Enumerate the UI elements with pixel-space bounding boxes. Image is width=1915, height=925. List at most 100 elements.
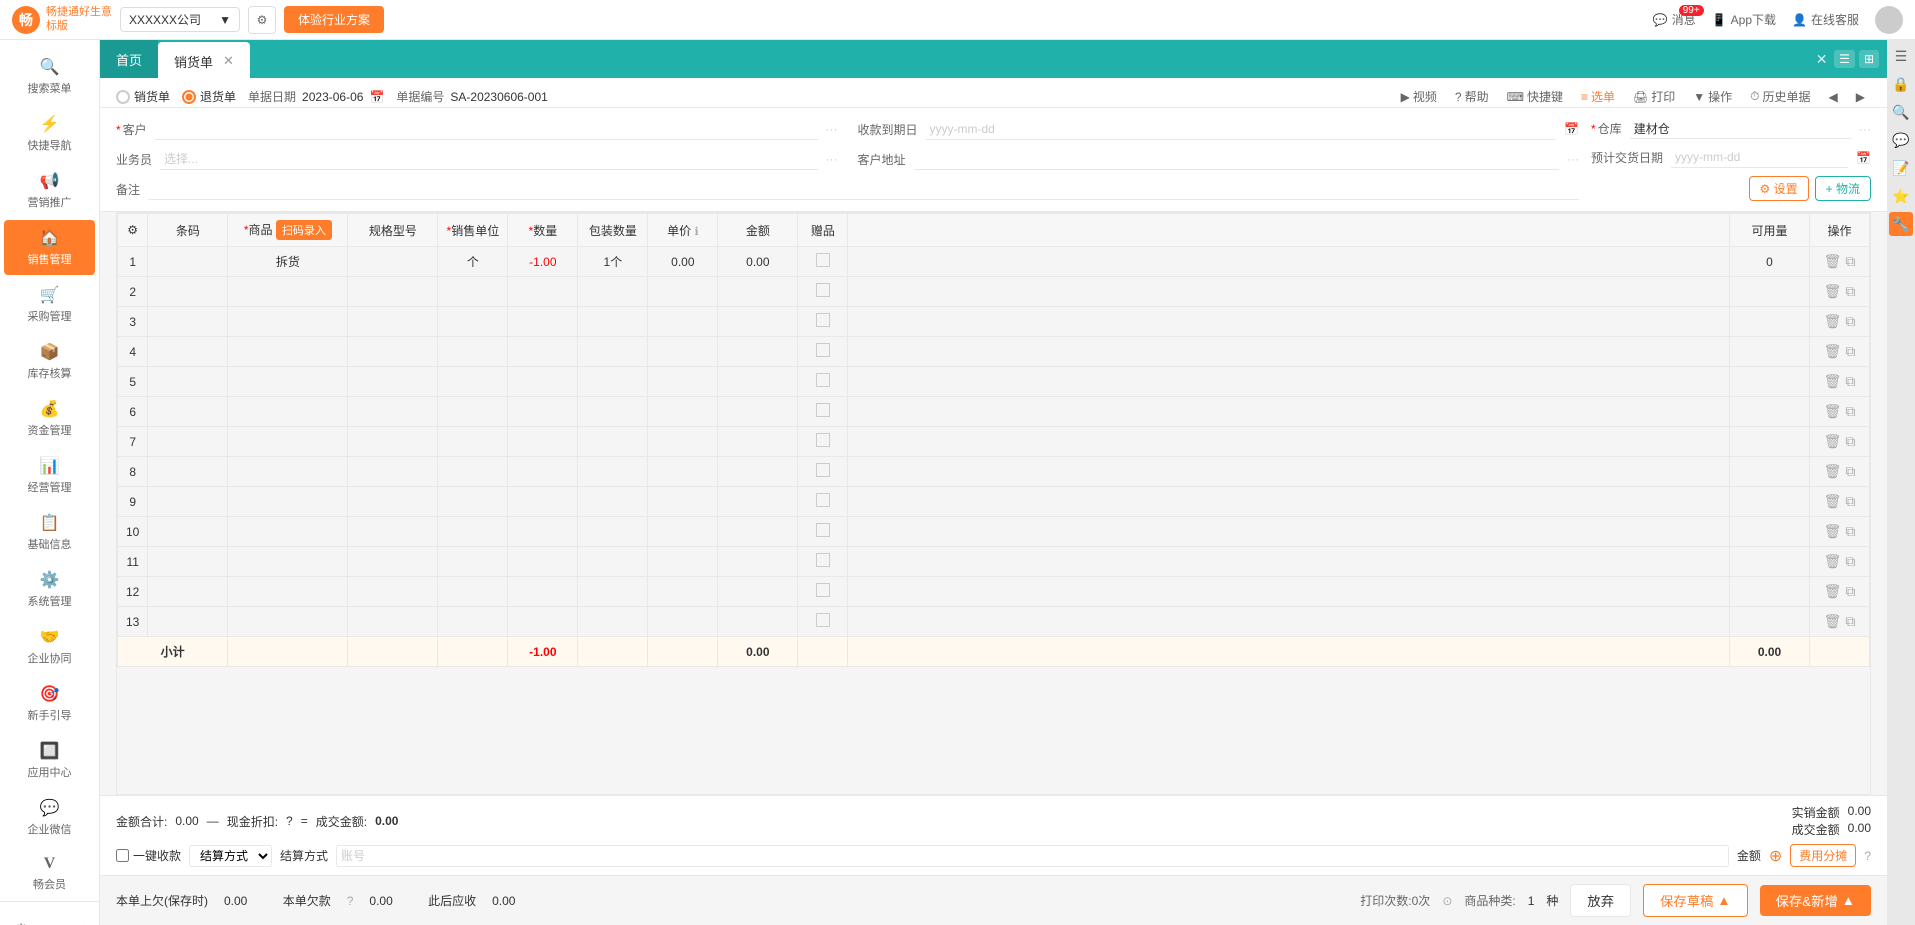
- copy-icon[interactable]: ⧉: [1845, 583, 1855, 600]
- prev-record-btn[interactable]: ◀: [1823, 88, 1844, 106]
- sidebar-collapse-icon[interactable]: ◀: [67, 914, 91, 925]
- copy-icon[interactable]: ⧉: [1845, 373, 1855, 390]
- one-click-pay-checkbox[interactable]: [116, 849, 129, 862]
- cell-gift-1[interactable]: [798, 247, 848, 277]
- avatar[interactable]: [1875, 6, 1903, 34]
- flow-button[interactable]: + 物流: [1815, 176, 1871, 201]
- next-record-btn[interactable]: ▶: [1850, 88, 1871, 106]
- account-input[interactable]: [336, 845, 1729, 867]
- save-new-button[interactable]: 保存&新增 ▲: [1760, 885, 1871, 916]
- copy-icon[interactable]: ⧉: [1845, 553, 1855, 570]
- order-no-value[interactable]: SA-20230606-001: [450, 90, 547, 104]
- copy-icon[interactable]: ⧉: [1845, 343, 1855, 360]
- online-support-button[interactable]: 👤 在线客服: [1792, 11, 1859, 28]
- th-settings[interactable]: ⚙: [118, 214, 148, 247]
- delete-icon[interactable]: 🗑: [1824, 523, 1842, 540]
- settings-button[interactable]: ⚙ 设置: [1749, 176, 1809, 201]
- sidebar-item-app-center[interactable]: 🔲 应用中心: [4, 733, 95, 788]
- action-btn[interactable]: ▼ 操作: [1687, 86, 1738, 107]
- cell-product-1[interactable]: 拆货: [228, 247, 348, 277]
- copy-icon[interactable]: ⧉: [1845, 403, 1855, 420]
- delete-icon[interactable]: 🗑: [1824, 583, 1842, 600]
- radio-sales-order[interactable]: 销货单: [116, 88, 170, 105]
- panel-btn-2[interactable]: 🔒: [1889, 72, 1913, 96]
- receive-date-calendar-icon[interactable]: 📅: [1564, 122, 1579, 136]
- tab-sales-order[interactable]: 销货单 ✕: [158, 42, 250, 80]
- close-all-icon[interactable]: ✕: [1816, 51, 1828, 68]
- salesman-dots[interactable]: ···: [826, 152, 838, 166]
- copy-icon-1[interactable]: ⧉: [1845, 253, 1855, 270]
- customer-addr-dots[interactable]: ···: [1567, 152, 1579, 166]
- delete-icon[interactable]: 🗑: [1824, 493, 1842, 510]
- delete-icon[interactable]: 🗑: [1824, 343, 1842, 360]
- product-types-icon[interactable]: ⊙: [1442, 894, 1452, 908]
- cell-price-1[interactable]: 0.00: [648, 247, 718, 277]
- customer-dots[interactable]: ···: [826, 122, 838, 136]
- sidebar-item-operation[interactable]: 📊 经营管理: [4, 448, 95, 503]
- select-btn[interactable]: ≡ 选单: [1575, 86, 1621, 107]
- sidebar-item-marketing[interactable]: 📢 营销推广: [4, 163, 95, 218]
- app-download-button[interactable]: 📱 App下载: [1712, 11, 1776, 28]
- video-btn[interactable]: ▶ 视频: [1395, 86, 1443, 107]
- view-grid-btn[interactable]: ⊞: [1859, 50, 1879, 68]
- copy-icon[interactable]: ⧉: [1845, 523, 1855, 540]
- delete-icon[interactable]: 🗑: [1824, 463, 1842, 480]
- delete-icon[interactable]: 🗑: [1824, 283, 1842, 300]
- delete-icon-1[interactable]: 🗑: [1824, 253, 1842, 270]
- company-selector[interactable]: XXXXXX公司 ▼: [120, 7, 240, 32]
- discount-help-icon[interactable]: ?: [286, 814, 293, 828]
- receive-date-input[interactable]: [926, 119, 1557, 140]
- salesman-input[interactable]: [160, 149, 817, 170]
- this-order-debt-icon[interactable]: ?: [347, 894, 354, 908]
- expense-split-btn[interactable]: 费用分摊: [1790, 844, 1856, 867]
- delete-icon[interactable]: 🗑: [1824, 613, 1842, 630]
- trial-button[interactable]: 体验行业方案: [284, 6, 384, 33]
- panel-btn-7[interactable]: 🔧: [1889, 212, 1913, 236]
- warehouse-input[interactable]: [1630, 118, 1851, 139]
- discard-button[interactable]: 放弃: [1570, 884, 1631, 917]
- copy-icon[interactable]: ⧉: [1845, 313, 1855, 330]
- delivery-date-calendar-icon[interactable]: 📅: [1856, 151, 1871, 165]
- shortcut-btn[interactable]: ⌨ 快捷键: [1501, 86, 1569, 107]
- expense-help-icon[interactable]: ?: [1864, 849, 1871, 863]
- sidebar-item-finance[interactable]: 💰 资金管理: [4, 391, 95, 446]
- price-info-icon[interactable]: ℹ: [694, 226, 698, 238]
- delete-icon[interactable]: 🗑: [1824, 373, 1842, 390]
- help-btn[interactable]: ? 帮助: [1449, 86, 1495, 107]
- save-draft-button[interactable]: 保存草稿 ▲: [1643, 884, 1748, 917]
- calc-method-select[interactable]: 结算方式: [189, 845, 272, 867]
- cell-barcode-1[interactable]: [148, 247, 228, 277]
- panel-btn-5[interactable]: 📝: [1889, 156, 1913, 180]
- sidebar-item-enterprise[interactable]: 🤝 企业协同: [4, 619, 95, 674]
- calendar-icon[interactable]: 📅: [369, 90, 384, 104]
- copy-icon[interactable]: ⧉: [1845, 493, 1855, 510]
- panel-btn-3[interactable]: 🔍: [1889, 100, 1913, 124]
- delete-icon[interactable]: 🗑: [1824, 313, 1842, 330]
- panel-btn-4[interactable]: 💬: [1889, 128, 1913, 152]
- sidebar-settings-icon[interactable]: ⚙: [8, 914, 34, 925]
- delivery-date-input[interactable]: [1671, 147, 1848, 168]
- cell-packqty-1[interactable]: 1个: [578, 247, 648, 277]
- date-value[interactable]: 2023-06-06: [302, 90, 363, 104]
- sidebar-item-quick-nav[interactable]: ⚡ 快捷导航: [4, 106, 95, 161]
- sidebar-item-purchase[interactable]: 🛒 采购管理: [4, 277, 95, 332]
- tab-home[interactable]: 首页: [100, 40, 158, 78]
- copy-icon[interactable]: ⧉: [1845, 613, 1855, 630]
- cell-unit-1[interactable]: 个: [438, 247, 508, 277]
- print-btn[interactable]: 🖨 打印: [1627, 86, 1681, 107]
- tab-close-icon[interactable]: ✕: [223, 53, 234, 69]
- panel-btn-1[interactable]: ☰: [1889, 44, 1913, 68]
- sidebar-item-wechat[interactable]: 💬 企业微信: [4, 790, 95, 845]
- add-payment-btn[interactable]: ⊕: [1769, 846, 1782, 866]
- delete-icon[interactable]: 🗑: [1824, 553, 1842, 570]
- panel-btn-6[interactable]: ⭐: [1889, 184, 1913, 208]
- view-list-btn[interactable]: ☰: [1834, 50, 1855, 68]
- scan-btn[interactable]: 扫码录入: [276, 220, 332, 240]
- delete-icon[interactable]: 🗑: [1824, 433, 1842, 450]
- cell-amount-1[interactable]: 0.00: [718, 247, 798, 277]
- settings-gear-icon[interactable]: ⚙: [248, 6, 276, 34]
- cell-spec-1[interactable]: [348, 247, 438, 277]
- sidebar-item-search[interactable]: 🔍 搜索菜单: [4, 49, 95, 104]
- cell-qty-1[interactable]: -1.00: [508, 247, 578, 277]
- note-input[interactable]: [148, 179, 1579, 200]
